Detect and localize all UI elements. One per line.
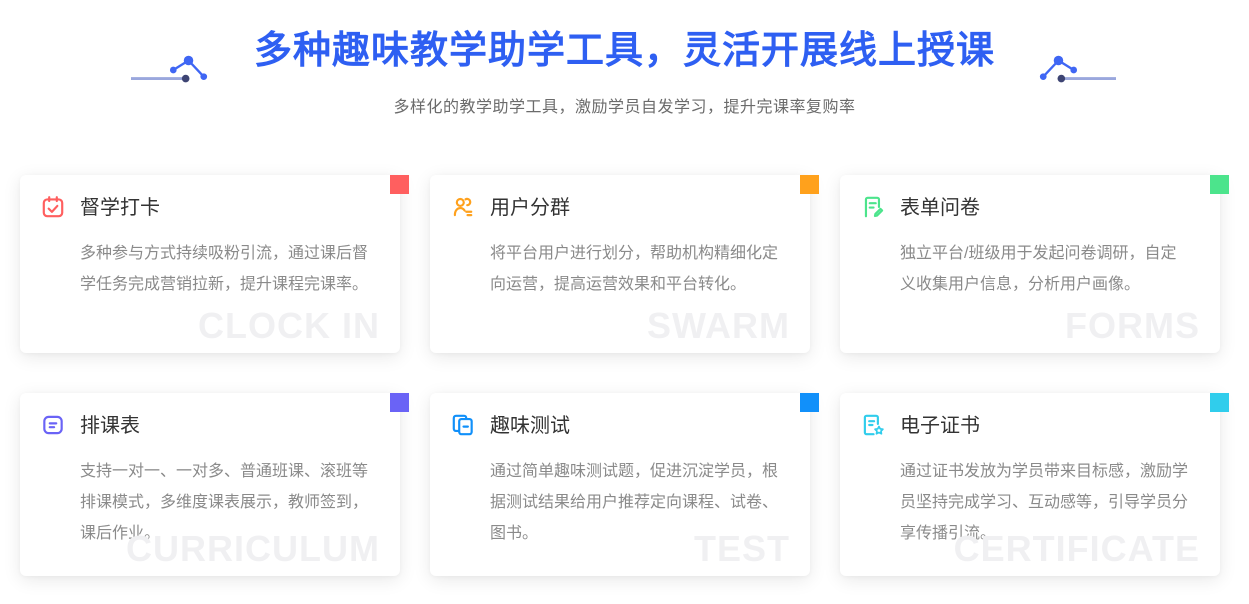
card-title: 趣味测试 [490, 413, 570, 439]
certificate-icon [860, 412, 886, 438]
corner-accent-square [390, 393, 409, 412]
line-dots-decoration-right [1020, 50, 1116, 90]
corner-accent-square [800, 175, 819, 194]
card-watermark: TEST [694, 528, 790, 570]
feature-card-curriculum: 排课表 支持一对一、一对多、普通班课、滚班等排课模式，多维度课表展示，教师签到，… [20, 393, 400, 576]
card-watermark: SWARM [647, 305, 790, 347]
user-group-icon [450, 194, 476, 220]
card-title: 排课表 [80, 413, 140, 439]
quiz-cards-icon [450, 412, 476, 438]
feature-card-test: 趣味测试 通过简单趣味测试题，促进沉淀学员，根据测试结果给用户推荐定向课程、试卷… [430, 393, 810, 576]
card-watermark: CURRICULUM [126, 528, 380, 570]
schedule-icon [40, 412, 66, 438]
feature-card-swarm: 用户分群 将平台用户进行划分，帮助机构精细化定向运营，提高运营效果和平台转化。 … [430, 175, 810, 353]
corner-accent-square [800, 393, 819, 412]
calendar-check-icon [40, 194, 66, 220]
feature-card-clock-in: 督学打卡 多种参与方式持续吸粉引流，通过课后督学任务完成营销拉新，提升课程完课率… [20, 175, 400, 353]
card-description: 多种参与方式持续吸粉引流，通过课后督学任务完成营销拉新，提升课程完课率。 [80, 238, 372, 300]
corner-accent-square [1210, 175, 1229, 194]
feature-card-certificate: 电子证书 通过证书发放为学员带来目标感，激励学员坚持完成学习、互动感等，引导学员… [840, 393, 1220, 576]
feature-card-forms: 表单问卷 独立平台/班级用于发起问卷调研，自定义收集用户信息，分析用户画像。 F… [840, 175, 1220, 353]
corner-accent-square [390, 175, 409, 194]
card-title: 用户分群 [490, 195, 570, 221]
page-subtitle: 多样化的教学助学工具，激励学员自发学习，提升完课率复购率 [0, 93, 1249, 117]
corner-accent-square [1210, 393, 1229, 412]
card-watermark: CERTIFICATE [954, 528, 1200, 570]
card-description: 独立平台/班级用于发起问卷调研，自定义收集用户信息，分析用户画像。 [900, 238, 1192, 300]
card-watermark: FORMS [1065, 305, 1200, 347]
card-description: 将平台用户进行划分，帮助机构精细化定向运营，提高运营效果和平台转化。 [490, 238, 782, 300]
section-header: 多种趣味教学助学工具，灵活开展线上授课 多样化的教学助学工具，激励学员自发学习，… [0, 0, 1249, 117]
feature-cards-grid: 督学打卡 多种参与方式持续吸粉引流，通过课后督学任务完成营销拉新，提升课程完课率… [20, 175, 1220, 576]
form-pencil-icon [860, 194, 886, 220]
card-title: 电子证书 [900, 413, 980, 439]
card-title: 表单问卷 [900, 195, 980, 221]
card-title: 督学打卡 [80, 195, 160, 221]
card-watermark: CLOCK IN [198, 305, 380, 347]
line-dots-decoration-left [131, 50, 227, 90]
